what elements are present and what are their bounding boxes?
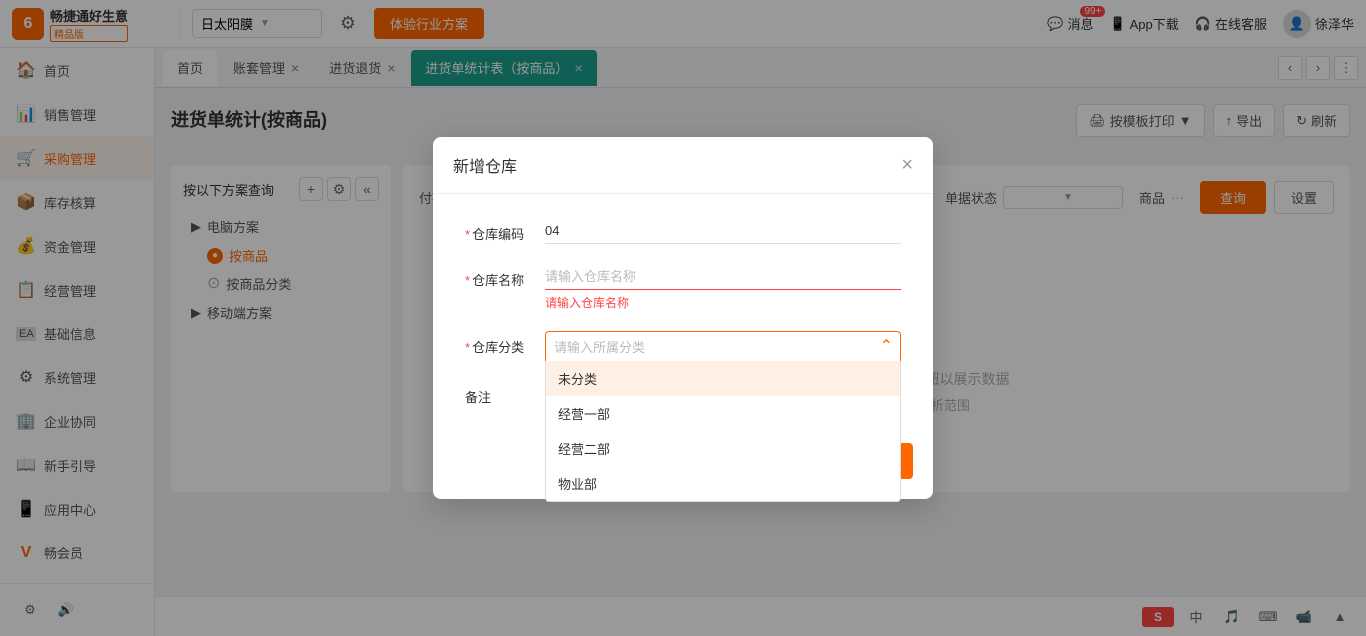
code-control	[545, 218, 901, 244]
category-input-wrapper[interactable]: 请输入所属分类	[545, 331, 901, 361]
form-row-name: 仓库名称 请输入仓库名称	[465, 264, 901, 311]
remark-label: 备注	[465, 381, 545, 406]
category-dropdown: 请输入所属分类 ⌃ 未分类 经营一部 经营二部 物业部	[545, 331, 901, 361]
dialog-body: 仓库编码 仓库名称 请输入仓库名称 仓库分类 请输	[433, 194, 933, 431]
name-label: 仓库名称	[465, 264, 545, 289]
warehouse-code-input[interactable]	[545, 218, 901, 244]
dialog-header: 新增仓库 ×	[433, 137, 933, 194]
form-row-code: 仓库编码	[465, 218, 901, 244]
dialog-close-btn[interactable]: ×	[901, 155, 913, 175]
dialog-new-warehouse: 新增仓库 × 仓库编码 仓库名称 请输入仓库名称 仓库分类	[433, 137, 933, 499]
category-placeholder: 请输入所属分类	[554, 337, 645, 356]
dropdown-item-dept1[interactable]: 经营一部	[546, 396, 900, 431]
dialog-title: 新增仓库	[453, 153, 517, 177]
name-error-msg: 请输入仓库名称	[545, 294, 901, 311]
name-control: 请输入仓库名称	[545, 264, 901, 311]
category-label: 仓库分类	[465, 331, 545, 356]
category-dropdown-list: 未分类 经营一部 经营二部 物业部	[545, 361, 901, 502]
warehouse-name-input[interactable]	[545, 264, 901, 290]
modal-overlay[interactable]: 新增仓库 × 仓库编码 仓库名称 请输入仓库名称 仓库分类	[0, 0, 1366, 636]
dropdown-item-property[interactable]: 物业部	[546, 466, 900, 501]
category-arrow-icon[interactable]: ⌃	[880, 336, 893, 356]
category-control: 请输入所属分类 ⌃ 未分类 经营一部 经营二部 物业部	[545, 331, 901, 361]
code-label: 仓库编码	[465, 218, 545, 243]
dropdown-item-uncategorized[interactable]: 未分类	[546, 361, 900, 396]
dropdown-item-dept2[interactable]: 经营二部	[546, 431, 900, 466]
form-row-category: 仓库分类 请输入所属分类 ⌃ 未分类 经营一部 经营二部 物业部	[465, 331, 901, 361]
